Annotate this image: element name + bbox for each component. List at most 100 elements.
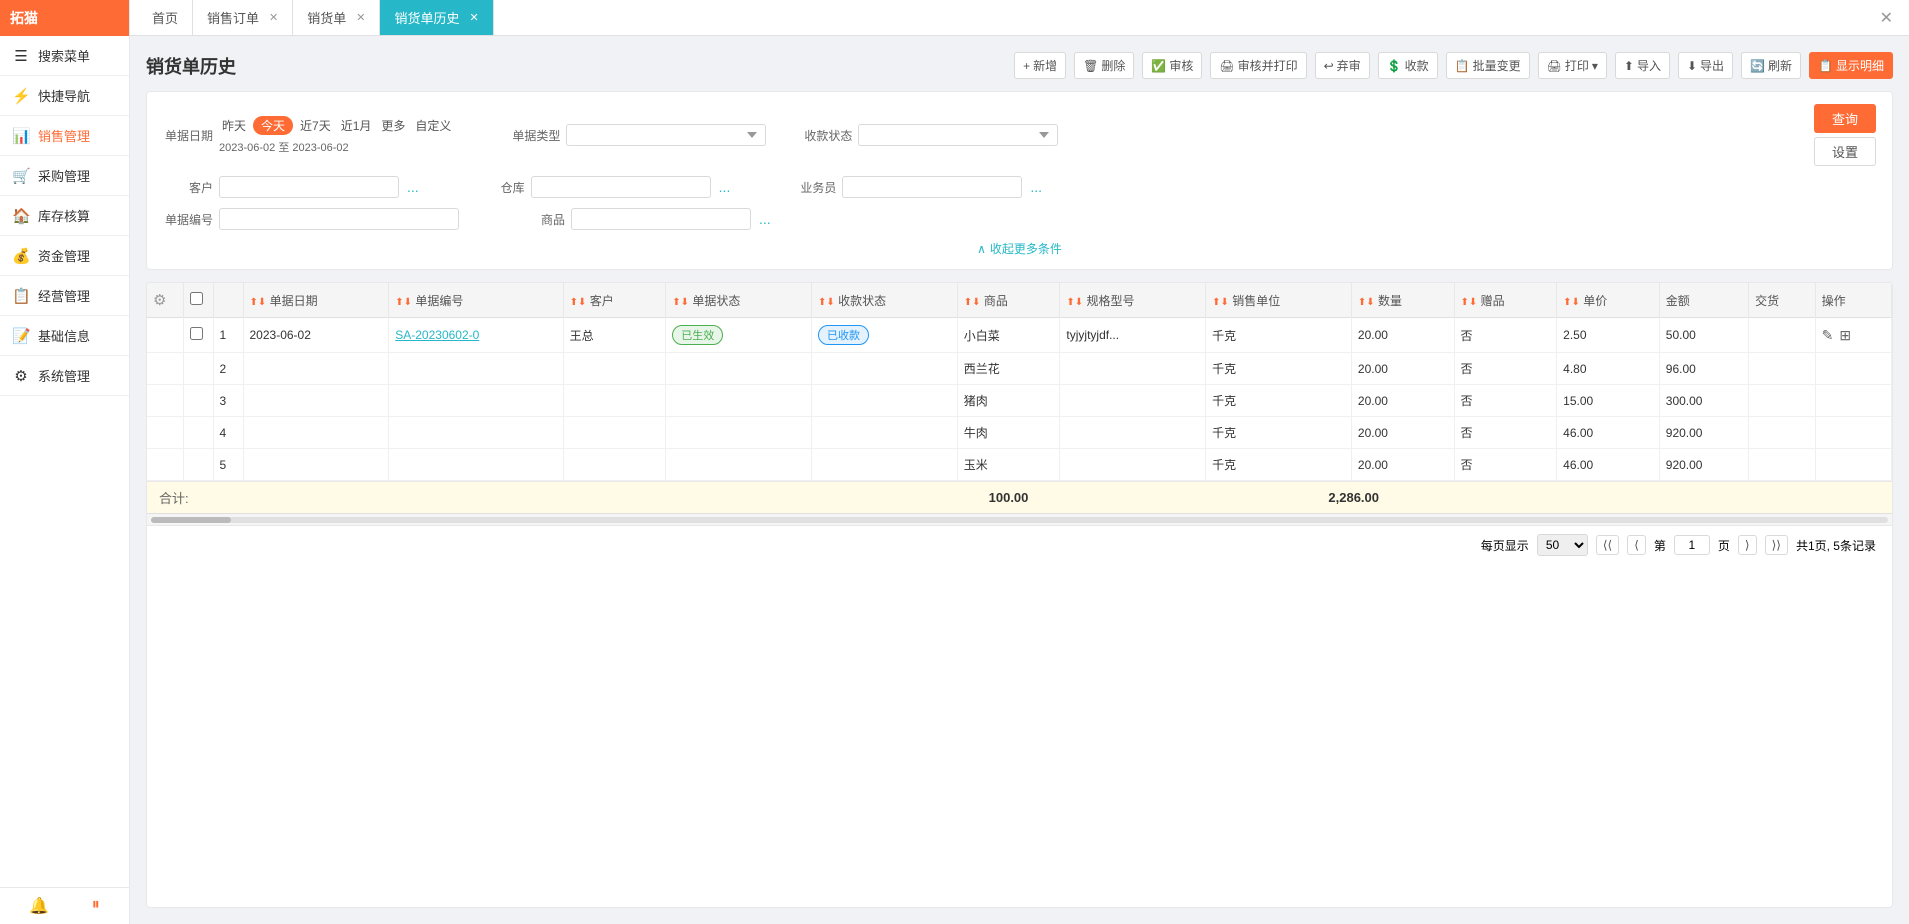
- product-input[interactable]: [571, 208, 751, 230]
- tab-close-sales-history[interactable]: ✕: [470, 11, 479, 24]
- tab-sales-order[interactable]: 销售订单 ✕: [193, 0, 293, 35]
- finance-icon: 💰: [12, 247, 30, 265]
- sidebar-item-purchase-mgmt[interactable]: 🛒 采购管理: [0, 156, 129, 196]
- select-all-checkbox[interactable]: [190, 292, 203, 305]
- salesperson-input[interactable]: [842, 176, 1022, 198]
- th-payment-status[interactable]: ⬆⬇ 收款状态: [812, 283, 958, 318]
- payment-status-select[interactable]: [858, 124, 1058, 146]
- sidebar-item-quick-nav[interactable]: ⚡ 快捷导航: [0, 76, 129, 116]
- sidebar: 拓猫 ☰ 搜索菜单 ⚡ 快捷导航 📊 销售管理 🛒 采购管理 🏠 库存核算 💰 …: [0, 0, 130, 924]
- sidebar-item-label: 资金管理: [38, 246, 90, 265]
- th-unit-price[interactable]: ⬆⬇ 单价: [1557, 283, 1660, 318]
- th-amount[interactable]: 金额: [1659, 283, 1748, 318]
- audit-button[interactable]: ✅ 审核: [1142, 52, 1202, 79]
- edit-icon[interactable]: ✎: [1822, 327, 1834, 344]
- th-spec[interactable]: ⬆⬇ 规格型号: [1060, 283, 1206, 318]
- row-number: 5: [213, 449, 243, 481]
- export-button[interactable]: ⬇ 导出: [1678, 52, 1733, 79]
- settings-button[interactable]: 设置: [1814, 137, 1876, 166]
- next-page-button[interactable]: ⟩: [1738, 535, 1757, 555]
- sidebar-item-search-menu[interactable]: ☰ 搜索菜单: [0, 36, 129, 76]
- tab-home[interactable]: 首页: [138, 0, 193, 35]
- abandon-button[interactable]: ↩ 弃审: [1315, 52, 1370, 79]
- th-gift[interactable]: ⬆⬇ 赠品: [1454, 283, 1557, 318]
- tab-sales-history[interactable]: 销货单历史 ✕: [380, 0, 493, 35]
- th-unit[interactable]: ⬆⬇ 销售单位: [1206, 283, 1352, 318]
- shortcut-custom[interactable]: 自定义: [412, 116, 454, 135]
- doc-no-link[interactable]: SA-20230602-0: [395, 328, 479, 342]
- receive-button[interactable]: 💲 收款: [1378, 52, 1438, 79]
- sidebar-item-sys-admin[interactable]: ⚙ 系统管理: [0, 356, 129, 396]
- collapse-button[interactable]: ∧ 收起更多条件: [163, 240, 1876, 257]
- page-size-select[interactable]: 50 100 200: [1537, 534, 1588, 556]
- shortcut-7days[interactable]: 近7天: [297, 116, 334, 135]
- tab-bar: 首页 销售订单 ✕ 销货单 ✕ 销货单历史 ✕ ✕: [130, 0, 1909, 36]
- sidebar-item-label: 库存核算: [38, 206, 90, 225]
- pause-icon[interactable]: ⏸: [92, 896, 100, 916]
- customer-dots[interactable]: ...: [407, 179, 419, 195]
- row-checkbox-cell: [183, 318, 213, 353]
- delete-button[interactable]: 🗑 删除: [1074, 52, 1134, 79]
- row-doc-no[interactable]: SA-20230602-0: [389, 318, 563, 353]
- horizontal-scrollbar[interactable]: [147, 513, 1892, 525]
- detail-icon[interactable]: ⊞: [1839, 327, 1851, 344]
- show-detail-button[interactable]: 📋 显示明细: [1809, 52, 1893, 79]
- sidebar-item-label: 系统管理: [38, 366, 90, 385]
- th-doc-no[interactable]: ⬆⬇ 单据编号: [389, 283, 563, 318]
- customer-input[interactable]: [219, 176, 399, 198]
- th-qty[interactable]: ⬆⬇ 数量: [1351, 283, 1454, 318]
- print-dropdown-icon: ▾: [1592, 59, 1598, 73]
- tab-sales-delivery[interactable]: 销货单 ✕: [293, 0, 380, 35]
- tab-close-sales-delivery[interactable]: ✕: [356, 11, 365, 24]
- new-button[interactable]: + 新增: [1014, 52, 1066, 79]
- th-customer[interactable]: ⬆⬇ 客户: [563, 283, 666, 318]
- refresh-button[interactable]: 🔄 刷新: [1741, 52, 1801, 79]
- print-button[interactable]: 🖨 打印 ▾: [1538, 52, 1607, 79]
- sidebar-item-basic-info[interactable]: 📝 基础信息: [0, 316, 129, 356]
- doc-no-input[interactable]: [219, 208, 459, 230]
- sidebar-item-inventory[interactable]: 🏠 库存核算: [0, 196, 129, 236]
- warehouse-input[interactable]: [531, 176, 711, 198]
- table-row: 2西兰花千克20.00否4.8096.00: [147, 353, 1892, 385]
- row-doc-date: [243, 353, 389, 385]
- sidebar-item-operations[interactable]: 📋 经营管理: [0, 276, 129, 316]
- th-doc-status[interactable]: ⬆⬇ 单据状态: [666, 283, 812, 318]
- page-number-input[interactable]: [1674, 535, 1710, 555]
- row-trade: [1749, 318, 1816, 353]
- th-doc-date[interactable]: ⬆⬇ 单据日期: [243, 283, 389, 318]
- shortcut-today[interactable]: 今天: [253, 116, 293, 135]
- total-info: 共1页, 5条记录: [1796, 537, 1876, 554]
- scrollbar-thumb[interactable]: [151, 517, 231, 523]
- batch-change-button[interactable]: 📋 批量变更: [1446, 52, 1530, 79]
- row-doc-no: [389, 353, 563, 385]
- last-page-button[interactable]: ⟩⟩: [1765, 535, 1788, 555]
- th-gear[interactable]: ⚙: [147, 283, 183, 318]
- shortcut-yesterday[interactable]: 昨天: [219, 116, 249, 135]
- notification-icon[interactable]: 🔔: [29, 896, 49, 916]
- th-checkbox[interactable]: [183, 283, 213, 318]
- first-page-button[interactable]: ⟨⟨: [1596, 535, 1619, 555]
- warehouse-dots[interactable]: ...: [719, 179, 731, 195]
- page-label-pre: 第: [1654, 537, 1666, 554]
- row-customer: [563, 417, 666, 449]
- import-button[interactable]: ⬆ 导入: [1615, 52, 1670, 79]
- query-button[interactable]: 查询: [1814, 104, 1876, 133]
- product-dots[interactable]: ...: [759, 211, 771, 227]
- th-trade[interactable]: 交货: [1749, 283, 1816, 318]
- th-product[interactable]: ⬆⬇ 商品: [957, 283, 1060, 318]
- shortcut-more[interactable]: 更多: [378, 116, 408, 135]
- row-amount: 300.00: [1659, 385, 1748, 417]
- row-checkbox[interactable]: [190, 327, 203, 340]
- sort-icon: ⬆⬇: [1066, 297, 1083, 308]
- window-close-icon[interactable]: ✕: [1872, 8, 1901, 28]
- payment-status-label: 收款状态: [802, 127, 852, 144]
- sidebar-item-finance[interactable]: 💰 资金管理: [0, 236, 129, 276]
- shortcut-1month[interactable]: 近1月: [338, 116, 375, 135]
- sidebar-item-sales-mgmt[interactable]: 📊 销售管理: [0, 116, 129, 156]
- doc-type-select[interactable]: [566, 124, 766, 146]
- audit-print-button[interactable]: 🖨 审核并打印: [1210, 52, 1306, 79]
- prev-page-button[interactable]: ⟨: [1627, 535, 1646, 555]
- salesperson-dots[interactable]: ...: [1030, 179, 1042, 195]
- row-customer: [563, 385, 666, 417]
- tab-close-sales-order[interactable]: ✕: [269, 11, 278, 24]
